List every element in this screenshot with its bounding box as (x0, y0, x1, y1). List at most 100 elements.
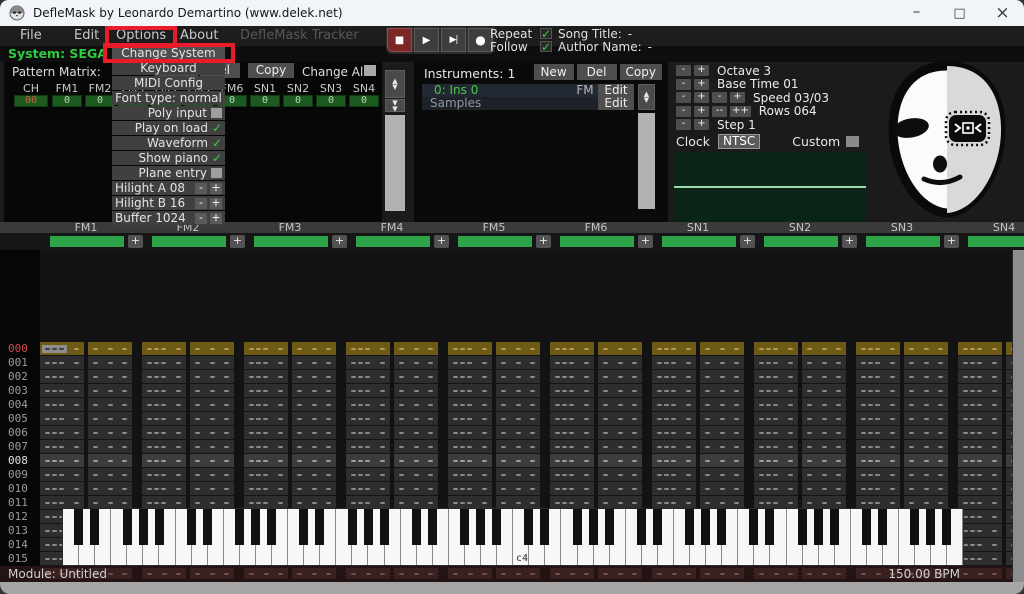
note-cell[interactable] (958, 552, 1002, 565)
note-cell[interactable] (754, 370, 798, 383)
instrument-new-button[interactable]: New (533, 64, 574, 80)
effect-cell[interactable] (190, 342, 234, 355)
note-cell[interactable] (448, 482, 492, 495)
note-cell[interactable] (244, 412, 288, 425)
piano-black-key[interactable] (652, 509, 662, 545)
note-cell[interactable] (40, 384, 84, 397)
note-cell[interactable] (958, 454, 1002, 467)
song-title-value[interactable]: - (628, 27, 632, 41)
note-cell[interactable] (550, 468, 594, 481)
clock-ntsc-button[interactable]: NTSC (717, 134, 761, 149)
increment-button[interactable]: ++ (730, 105, 751, 117)
increment-button[interactable]: + (694, 65, 709, 77)
effect-cell[interactable] (394, 384, 438, 397)
menu-item-plane-entry[interactable]: Plane entry (112, 166, 225, 180)
matrix-scrollbar-thumb[interactable] (385, 115, 405, 211)
effect-cell[interactable] (904, 482, 948, 495)
menu-file[interactable]: File (20, 26, 42, 46)
effect-cell[interactable] (292, 426, 336, 439)
effect-cell[interactable] (700, 356, 744, 369)
note-cell[interactable] (652, 468, 696, 481)
piano-black-key[interactable] (267, 509, 277, 545)
note-cell[interactable] (244, 440, 288, 453)
note-cell[interactable] (346, 384, 390, 397)
effect-cell[interactable] (598, 384, 642, 397)
note-cell[interactable] (142, 342, 186, 355)
effect-cell[interactable] (292, 356, 336, 369)
note-cell[interactable] (40, 426, 84, 439)
piano-black-key[interactable] (588, 509, 598, 545)
note-cell[interactable] (142, 440, 186, 453)
effect-cell[interactable] (496, 440, 540, 453)
piano-black-key[interactable] (910, 509, 920, 545)
effect-cell[interactable] (802, 398, 846, 411)
note-cell[interactable] (142, 398, 186, 411)
pattern-row-000[interactable]: 000 (0, 342, 1024, 356)
decrement-button[interactable]: - (676, 92, 691, 104)
effect-cell[interactable] (496, 468, 540, 481)
piano-black-key[interactable] (685, 509, 695, 545)
effect-cell[interactable] (88, 440, 132, 453)
note-cell[interactable] (550, 342, 594, 355)
pattern-row-010[interactable]: 010 (0, 482, 1024, 496)
piano-black-key[interactable] (797, 509, 807, 545)
note-cell[interactable] (856, 370, 900, 383)
matrix-cell-sn4[interactable]: 0 (349, 95, 379, 107)
effect-cell[interactable] (700, 384, 744, 397)
channel-volume-bar-sn3[interactable] (866, 236, 940, 247)
effect-cell[interactable] (190, 398, 234, 411)
minimize-button[interactable]: – (895, 0, 938, 26)
effect-cell[interactable] (700, 412, 744, 425)
note-cell[interactable] (40, 482, 84, 495)
instrument-del-button[interactable]: Del (576, 64, 617, 80)
effect-cell[interactable] (496, 370, 540, 383)
effect-cell[interactable] (292, 384, 336, 397)
effect-cell[interactable] (292, 440, 336, 453)
note-cell[interactable] (958, 524, 1002, 537)
effect-cell[interactable] (802, 356, 846, 369)
increment-button[interactable]: + (210, 197, 222, 209)
note-cell[interactable] (346, 440, 390, 453)
note-cell[interactable] (550, 454, 594, 467)
note-cell[interactable] (448, 426, 492, 439)
effect-cell[interactable] (904, 398, 948, 411)
effect-cell[interactable] (190, 482, 234, 495)
effect-cell[interactable] (496, 398, 540, 411)
piano-black-key[interactable] (540, 509, 550, 545)
effect-cell[interactable] (394, 370, 438, 383)
note-cell[interactable] (652, 482, 696, 495)
pattern-row-004[interactable]: 004 (0, 398, 1024, 412)
note-cell[interactable] (652, 384, 696, 397)
effect-cell[interactable] (292, 342, 336, 355)
menu-item-keyboard[interactable]: Keyboard (112, 61, 225, 75)
effect-cell[interactable] (598, 356, 642, 369)
effect-cell[interactable] (394, 342, 438, 355)
channel-header-fm6[interactable]: FM6 (550, 222, 642, 233)
note-cell[interactable] (346, 356, 390, 369)
piano-black-key[interactable] (926, 509, 936, 545)
effect-cell[interactable] (802, 412, 846, 425)
effect-cell[interactable] (190, 468, 234, 481)
piano-black-key[interactable] (717, 509, 727, 545)
note-cell[interactable] (958, 510, 1002, 523)
note-cell[interactable] (652, 440, 696, 453)
effect-cell[interactable] (904, 426, 948, 439)
note-cell[interactable] (244, 482, 288, 495)
channel-expand-button-fm6[interactable]: + (638, 235, 653, 248)
maximize-button[interactable]: □ (938, 0, 981, 26)
channel-expand-button-sn2[interactable]: + (842, 235, 857, 248)
effect-cell[interactable] (292, 370, 336, 383)
channel-volume-bar-fm5[interactable] (458, 236, 532, 247)
close-button[interactable]: × (981, 0, 1024, 26)
note-cell[interactable] (142, 356, 186, 369)
note-cell[interactable] (958, 398, 1002, 411)
menu-item-hilight-a-08[interactable]: Hilight A 08- + (112, 181, 225, 195)
piano-black-key[interactable] (122, 509, 132, 545)
note-cell[interactable] (652, 370, 696, 383)
note-cell[interactable] (754, 342, 798, 355)
channel-header-fm3[interactable]: FM3 (244, 222, 336, 233)
note-cell[interactable] (754, 426, 798, 439)
effect-cell[interactable] (700, 482, 744, 495)
note-cell[interactable] (448, 412, 492, 425)
matrix-cell-sn1[interactable]: 0 (250, 95, 280, 107)
